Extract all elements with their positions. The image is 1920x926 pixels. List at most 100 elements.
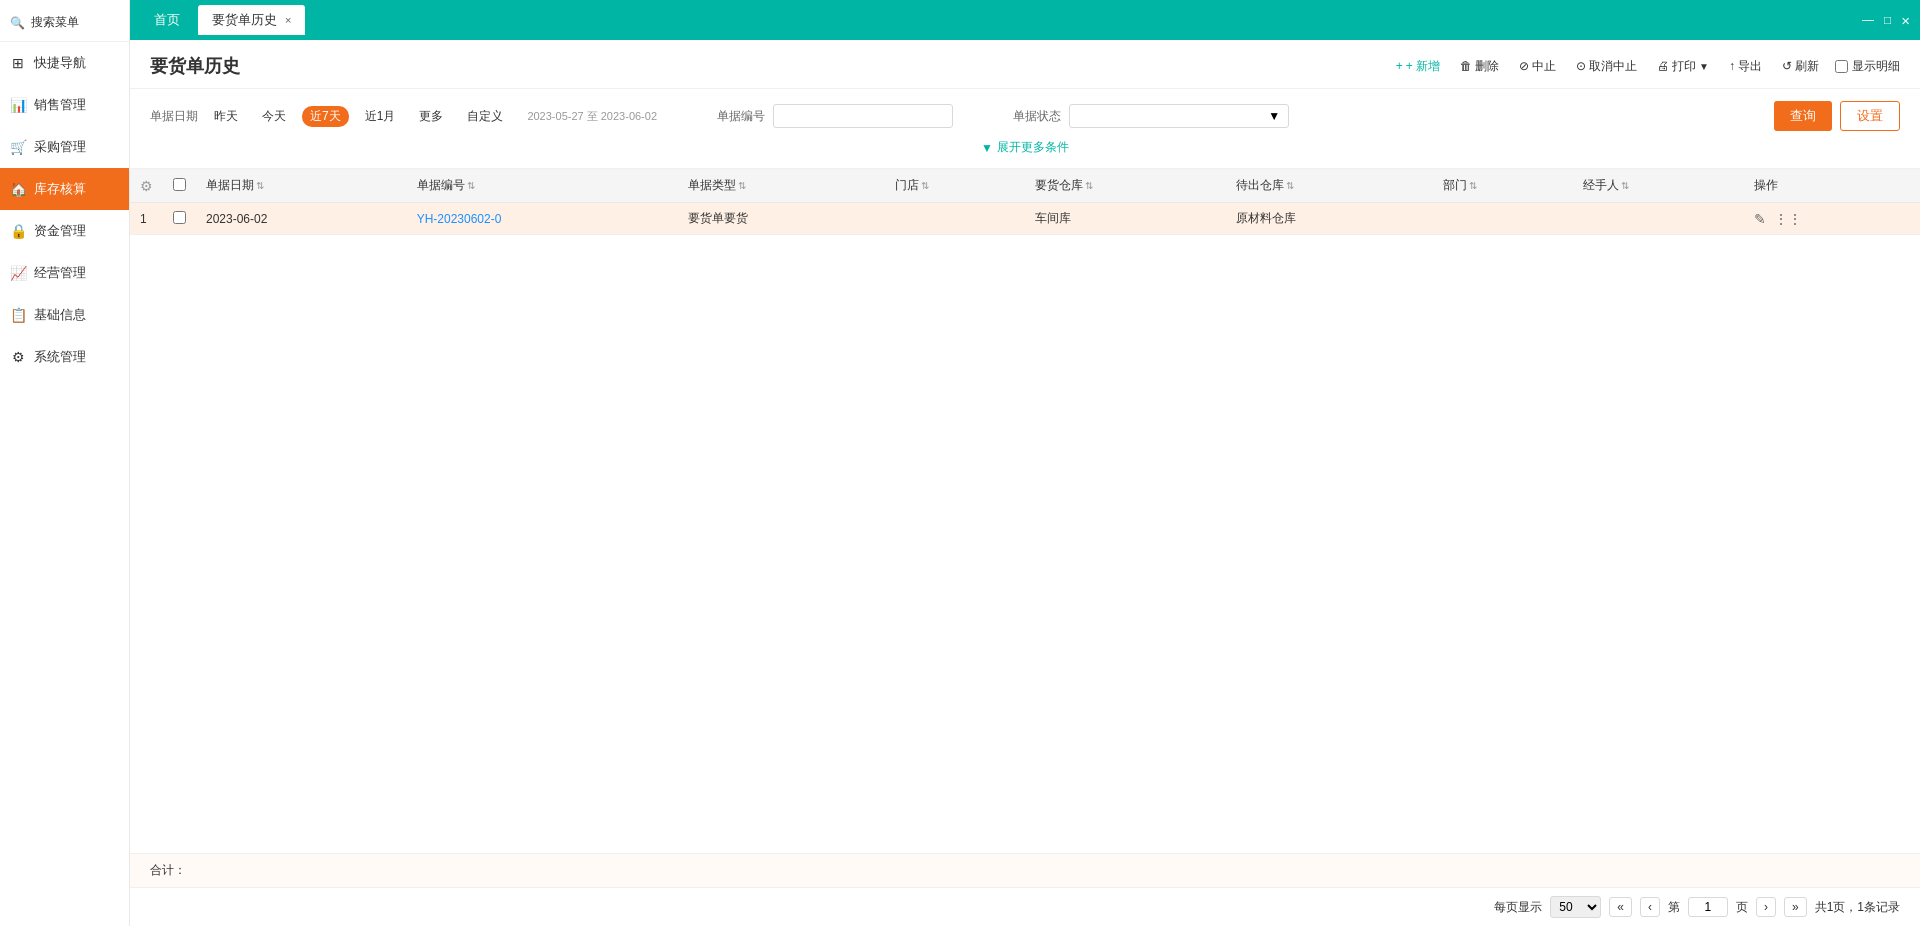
row-department [1433,203,1573,235]
export-button[interactable]: ↑ 导出 [1725,55,1766,78]
delete-label: 删除 [1475,58,1499,75]
page-input[interactable] [1688,897,1728,917]
tab-active[interactable]: 要货单历史 × [198,5,305,35]
print-icon: 🖨 [1657,59,1669,73]
last-page-btn[interactable]: » [1784,897,1807,917]
sidebar-item-purchase[interactable]: 🛒 采购管理 [0,126,129,168]
cancel-stop-button[interactable]: ⊙ 取消中止 [1572,55,1641,78]
detail-checkbox[interactable] [1835,60,1848,73]
refresh-button[interactable]: ↺ 刷新 [1778,55,1823,78]
toolbar: + + 新增 🗑 删除 ⊘ 中止 ⊙ 取消中止 🖨 打印 [1392,55,1900,78]
sidebar-item-quick-nav[interactable]: ⊞ 快捷导航 [0,42,129,84]
column-settings-th[interactable]: ⚙ [130,169,163,203]
th-req-warehouse[interactable]: 要货仓库⇅ [1025,169,1227,203]
date-btn-yesterday[interactable]: 昨天 [206,106,246,127]
sidebar-item-system[interactable]: ⚙ 系统管理 [0,336,129,378]
purchase-icon: 🛒 [10,139,26,155]
row-index: 1 [130,203,163,235]
doc-no-input[interactable] [773,104,953,128]
first-page-btn[interactable]: « [1609,897,1632,917]
tab-close-icon[interactable]: × [285,14,291,26]
sort-date-icon: ⇅ [256,180,264,191]
page-title: 要货单历史 [150,54,240,78]
data-table: ⚙ 单据日期⇅ 单据编号⇅ 单据类型⇅ [130,169,1920,235]
page-suffix: 页 [1736,899,1748,916]
status-filter-label: 单据状态 [1013,108,1061,125]
row-checkbox-cell [163,203,196,235]
query-button[interactable]: 查询 [1774,101,1832,131]
new-button[interactable]: + + 新增 [1392,55,1444,78]
select-all-checkbox[interactable] [173,178,186,191]
sort-doctype-icon: ⇅ [738,180,746,191]
sidebar-item-sales[interactable]: 📊 销售管理 [0,84,129,126]
row-edit-icon[interactable]: ✎ [1754,211,1766,227]
sidebar-item-label: 资金管理 [34,222,86,240]
sidebar-item-label: 库存核算 [34,180,86,198]
status-filter-group: 单据状态 ▼ [1013,104,1289,128]
cancel-stop-label: 取消中止 [1589,58,1637,75]
window-close-btn[interactable]: × [1901,12,1910,29]
delete-icon: 🗑 [1460,59,1472,73]
doc-no-filter-group: 单据编号 [717,104,953,128]
show-detail-label: 显示明细 [1852,58,1900,75]
expand-icon: ▼ [981,141,993,155]
row-checkbox[interactable] [173,211,186,224]
page-size-select[interactable]: 50 20 100 [1550,896,1601,918]
date-btn-more[interactable]: 更多 [411,106,451,127]
print-button[interactable]: 🖨 打印 ▼ [1653,55,1713,78]
checkbox-th [163,169,196,203]
window-maximize-btn[interactable]: □ [1884,13,1891,27]
show-detail-checkbox[interactable]: 显示明细 [1835,58,1900,75]
th-store[interactable]: 门店⇅ [885,169,1025,203]
sidebar-item-label: 系统管理 [34,348,86,366]
home-tab-label: 首页 [154,11,180,29]
delete-button[interactable]: 🗑 删除 [1456,55,1503,78]
row-more-icon[interactable]: ⋮⋮ [1774,211,1802,227]
date-btn-custom[interactable]: 自定义 [459,106,511,127]
refresh-label: 刷新 [1795,58,1819,75]
expand-label: 展开更多条件 [997,139,1069,156]
th-pending-warehouse[interactable]: 待出仓库⇅ [1226,169,1433,203]
th-department[interactable]: 部门⇅ [1433,169,1573,203]
cancel-stop-icon: ⊙ [1576,59,1586,73]
row-doc-type: 要货单要货 [678,203,885,235]
date-btn-today[interactable]: 今天 [254,106,294,127]
topbar: 首页 要货单历史 × — □ × [130,0,1920,40]
sidebar-item-label: 销售管理 [34,96,86,114]
settings-button[interactable]: 设置 [1840,101,1900,131]
th-doc-no[interactable]: 单据编号⇅ [407,169,678,203]
plus-icon: + [1396,59,1403,73]
sidebar-search[interactable]: 🔍 搜索菜单 [0,0,129,42]
sidebar-item-basic-info[interactable]: 📋 基础信息 [0,294,129,336]
quick-nav-icon: ⊞ [10,55,26,71]
th-doc-type[interactable]: 单据类型⇅ [678,169,885,203]
operation-icon: 📈 [10,265,26,281]
doc-no-link[interactable]: YH-20230602-0 [417,212,502,226]
th-handler[interactable]: 经手人⇅ [1573,169,1744,203]
sidebar-item-finance[interactable]: 🔒 资金管理 [0,210,129,252]
th-date[interactable]: 单据日期⇅ [196,169,407,203]
sales-icon: 📊 [10,97,26,113]
expand-more-btn[interactable]: ▼ 展开更多条件 [150,139,1900,156]
date-btn-7days[interactable]: 近7天 [302,106,349,127]
sidebar-item-operation[interactable]: 📈 经营管理 [0,252,129,294]
date-btn-1month[interactable]: 近1月 [357,106,404,127]
date-shortcuts: 昨天 今天 近7天 近1月 更多 自定义 [206,106,511,127]
row-date: 2023-06-02 [196,203,407,235]
sidebar-item-label: 快捷导航 [34,54,86,72]
table-row: 1 2023-06-02 YH-20230602-0 要货单要货 车间库 原材料… [130,203,1920,235]
basic-info-icon: 📋 [10,307,26,323]
print-label: 打印 [1672,58,1696,75]
tab-home[interactable]: 首页 [140,5,194,35]
status-select[interactable]: ▼ [1069,104,1289,128]
next-page-btn[interactable]: › [1756,897,1776,917]
prev-page-btn[interactable]: ‹ [1640,897,1660,917]
finance-icon: 🔒 [10,223,26,239]
stop-button[interactable]: ⊘ 中止 [1515,55,1560,78]
sidebar-item-inventory[interactable]: 🏠 库存核算 [0,168,129,210]
new-label: + 新增 [1406,58,1440,75]
sort-store-icon: ⇅ [921,180,929,191]
window-minimize-btn[interactable]: — [1862,13,1874,27]
pagination: 每页显示 50 20 100 « ‹ 第 页 › » 共1页，1条记录 [130,887,1920,926]
stop-label: 中止 [1532,58,1556,75]
